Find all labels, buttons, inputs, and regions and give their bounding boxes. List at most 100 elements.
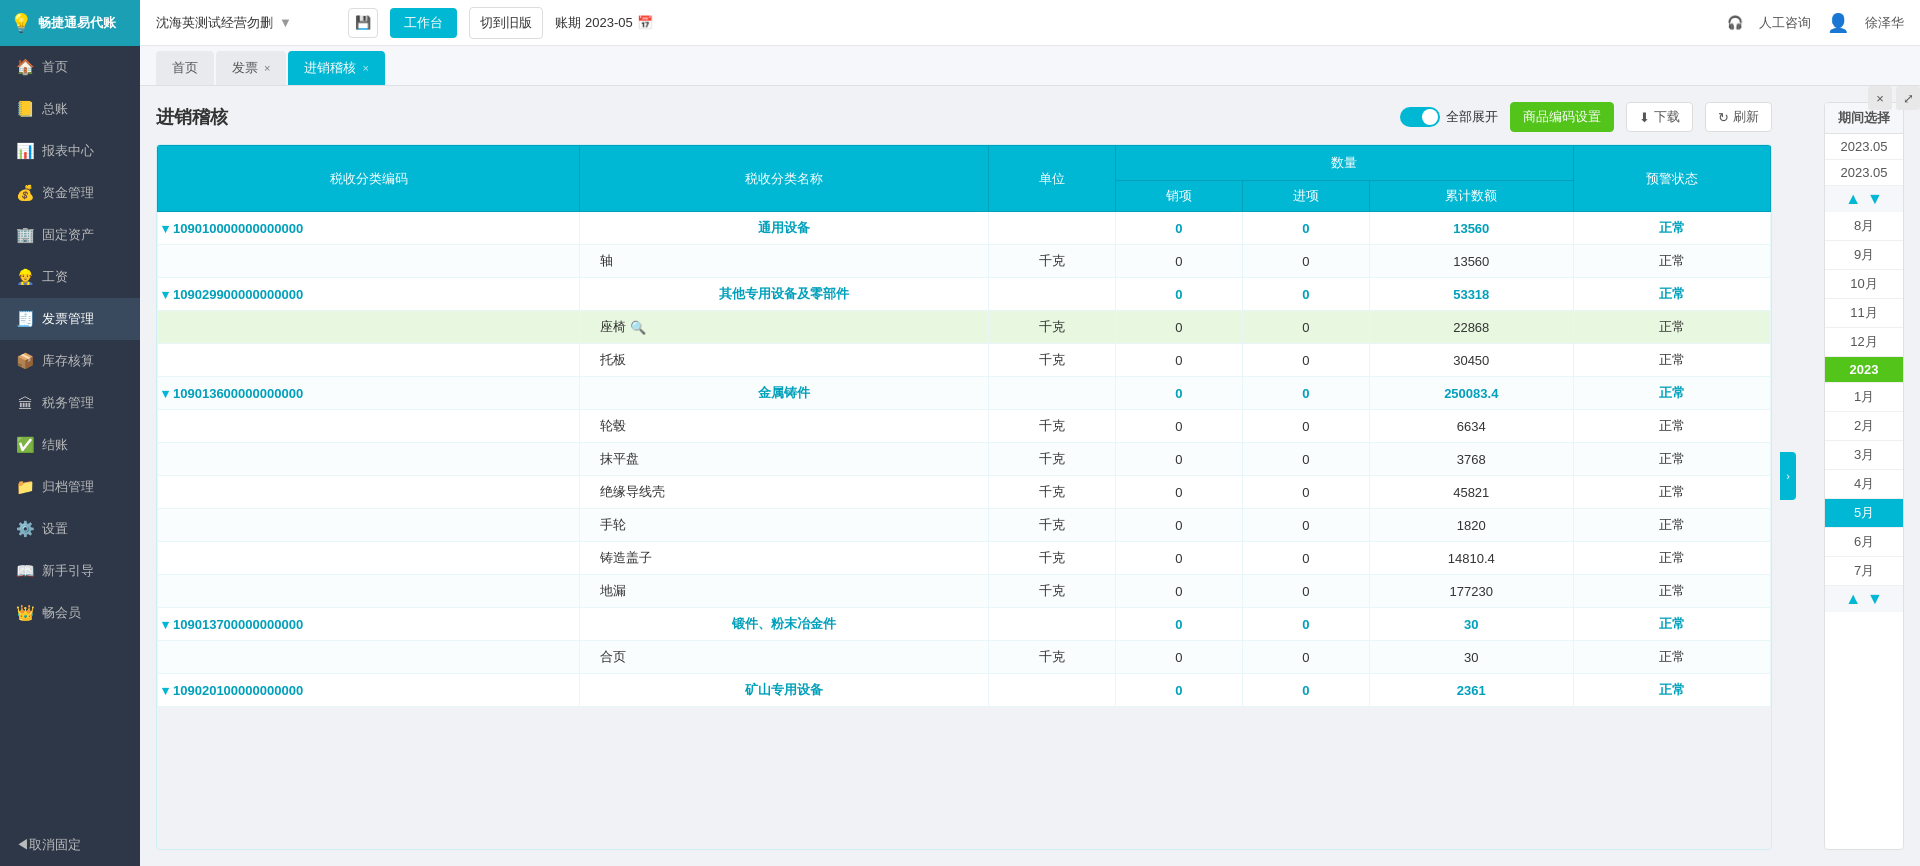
- refresh-btn[interactable]: ↻ 刷新: [1705, 102, 1772, 132]
- funds-icon: 💰: [16, 184, 34, 202]
- sidebar-item-member[interactable]: 👑 畅会员: [0, 592, 140, 634]
- table-row: ▾109013700000000000 锻件、粉末冶金件 0 0 30 正常: [158, 608, 1771, 641]
- support-label[interactable]: 人工咨询: [1759, 14, 1811, 32]
- cell-status: 正常: [1573, 212, 1771, 245]
- period-month-5[interactable]: 5月: [1825, 499, 1903, 528]
- tab-reconcile[interactable]: 进销稽核 ×: [288, 51, 384, 85]
- right-panel-toggle[interactable]: ›: [1780, 452, 1796, 500]
- period-month-7[interactable]: 7月: [1825, 557, 1903, 586]
- period-month-9[interactable]: 9月: [1825, 241, 1903, 270]
- sidebar-item-guide[interactable]: 📖 新手引导: [0, 550, 140, 592]
- tree-collapse-icon[interactable]: ▾: [162, 287, 169, 302]
- refresh-label: 刷新: [1733, 108, 1759, 126]
- period-month-10[interactable]: 10月: [1825, 270, 1903, 299]
- tab-invoice[interactable]: 发票 ×: [216, 51, 286, 85]
- cell-purchase: 0: [1242, 641, 1369, 674]
- payroll-icon: 👷: [16, 268, 34, 286]
- table-row: 抹平盘 千克 0 0 3768 正常: [158, 443, 1771, 476]
- sidebar-item-home[interactable]: 🏠 首页: [0, 46, 140, 88]
- cell-unit: 千克: [988, 443, 1115, 476]
- tab-home[interactable]: 首页: [156, 51, 214, 85]
- download-btn[interactable]: ⬇ 下载: [1626, 102, 1693, 132]
- sidebar-label-settings: 设置: [42, 520, 68, 538]
- period-month-12[interactable]: 12月: [1825, 328, 1903, 357]
- cell-status: 正常: [1573, 311, 1771, 344]
- cell-total: 30: [1370, 641, 1573, 674]
- cell-unit: 千克: [988, 641, 1115, 674]
- table-row: 地漏 千克 0 0 177230 正常: [158, 575, 1771, 608]
- table-row: 合页 千克 0 0 30 正常: [158, 641, 1771, 674]
- sidebar-item-archive[interactable]: 📁 归档管理: [0, 466, 140, 508]
- calendar-icon[interactable]: 📅: [637, 15, 653, 30]
- reconcile-table: 税收分类编码 税收分类名称 单位 数量 预警状态 销项 进项 累计数额: [157, 145, 1771, 707]
- period-month-4[interactable]: 4月: [1825, 470, 1903, 499]
- sidebar-item-tax[interactable]: 🏛 税务管理: [0, 382, 140, 424]
- save-button[interactable]: 💾: [348, 8, 378, 38]
- cell-sale: 0: [1115, 377, 1242, 410]
- sidebar-item-reports[interactable]: 📊 报表中心: [0, 130, 140, 172]
- period-up-arrow[interactable]: ▲: [1845, 190, 1861, 208]
- tree-collapse-icon[interactable]: ▾: [162, 386, 169, 401]
- sidebar-label-ledger: 总账: [42, 100, 68, 118]
- cell-purchase: 0: [1242, 377, 1369, 410]
- cell-sale: 0: [1115, 245, 1242, 278]
- assets-icon: 🏢: [16, 226, 34, 244]
- cell-purchase: 0: [1242, 476, 1369, 509]
- tab-reconcile-close[interactable]: ×: [362, 62, 368, 74]
- period-month-2[interactable]: 2月: [1825, 412, 1903, 441]
- cell-status: 正常: [1573, 410, 1771, 443]
- expand-all-toggle[interactable]: [1400, 107, 1440, 127]
- workbench-button[interactable]: 工作台: [390, 8, 457, 38]
- cell-purchase: 0: [1242, 542, 1369, 575]
- period-up-arrow-bottom[interactable]: ▲: [1845, 590, 1861, 608]
- cell-total: 13560: [1370, 212, 1573, 245]
- period-month-1[interactable]: 1月: [1825, 383, 1903, 412]
- cell-name: 托板: [580, 344, 988, 377]
- cell-purchase: 0: [1242, 278, 1369, 311]
- expand-panel-btn[interactable]: ⤢: [1896, 102, 1904, 110]
- toggle-all: 全部展开: [1400, 107, 1498, 127]
- cell-purchase: 0: [1242, 410, 1369, 443]
- sidebar-item-closing[interactable]: ✅ 结账: [0, 424, 140, 466]
- tree-collapse-icon[interactable]: ▾: [162, 683, 169, 698]
- period-down-arrow-bottom[interactable]: ▼: [1867, 590, 1883, 608]
- sidebar-item-funds[interactable]: 💰 资金管理: [0, 172, 140, 214]
- sidebar-item-inventory[interactable]: 📦 库存核算: [0, 340, 140, 382]
- th-tax-name: 税收分类名称: [580, 146, 988, 212]
- cell-name: 轴: [580, 245, 988, 278]
- period-month-11[interactable]: 11月: [1825, 299, 1903, 328]
- download-label: 下载: [1654, 108, 1680, 126]
- cell-purchase: 0: [1242, 344, 1369, 377]
- sidebar-item-payroll[interactable]: 👷 工资: [0, 256, 140, 298]
- period-item-2023-05-1[interactable]: 2023.05: [1825, 134, 1903, 160]
- settings-icon: ⚙️: [16, 520, 34, 538]
- cell-status: 正常: [1573, 575, 1771, 608]
- tree-collapse-icon[interactable]: ▾: [162, 221, 169, 236]
- sidebar-item-invoice[interactable]: 🧾 发票管理: [0, 298, 140, 340]
- cell-unit: 千克: [988, 575, 1115, 608]
- cell-status: 正常: [1573, 509, 1771, 542]
- company-selector[interactable]: 沈海英测试经营勿删 ▼: [156, 14, 336, 32]
- close-panel-btn[interactable]: ×: [1868, 102, 1892, 110]
- sidebar-item-ledger[interactable]: 📒 总账: [0, 88, 140, 130]
- switch-version-button[interactable]: 切到旧版: [469, 7, 543, 39]
- tree-collapse-icon[interactable]: ▾: [162, 617, 169, 632]
- period-down-arrow[interactable]: ▼: [1867, 190, 1883, 208]
- period-item-2023-05-2[interactable]: 2023.05: [1825, 160, 1903, 186]
- sidebar-label-archive: 归档管理: [42, 478, 94, 496]
- product-code-btn[interactable]: 商品编码设置: [1510, 102, 1614, 132]
- table-row: 铸造盖子 千克 0 0 14810.4 正常: [158, 542, 1771, 575]
- cell-status: 正常: [1573, 245, 1771, 278]
- table-row: 托板 千克 0 0 30450 正常: [158, 344, 1771, 377]
- tab-invoice-close[interactable]: ×: [264, 62, 270, 74]
- cell-unit: [988, 377, 1115, 410]
- period-month-6[interactable]: 6月: [1825, 528, 1903, 557]
- search-icon[interactable]: 🔍: [630, 320, 646, 335]
- period-month-8[interactable]: 8月: [1825, 212, 1903, 241]
- cell-code: [158, 509, 580, 542]
- sidebar-pin-toggle[interactable]: ◀取消固定: [0, 824, 140, 866]
- period-month-3[interactable]: 3月: [1825, 441, 1903, 470]
- sidebar-item-assets[interactable]: 🏢 固定资产: [0, 214, 140, 256]
- sidebar-item-settings[interactable]: ⚙️ 设置: [0, 508, 140, 550]
- cell-code: [158, 476, 580, 509]
